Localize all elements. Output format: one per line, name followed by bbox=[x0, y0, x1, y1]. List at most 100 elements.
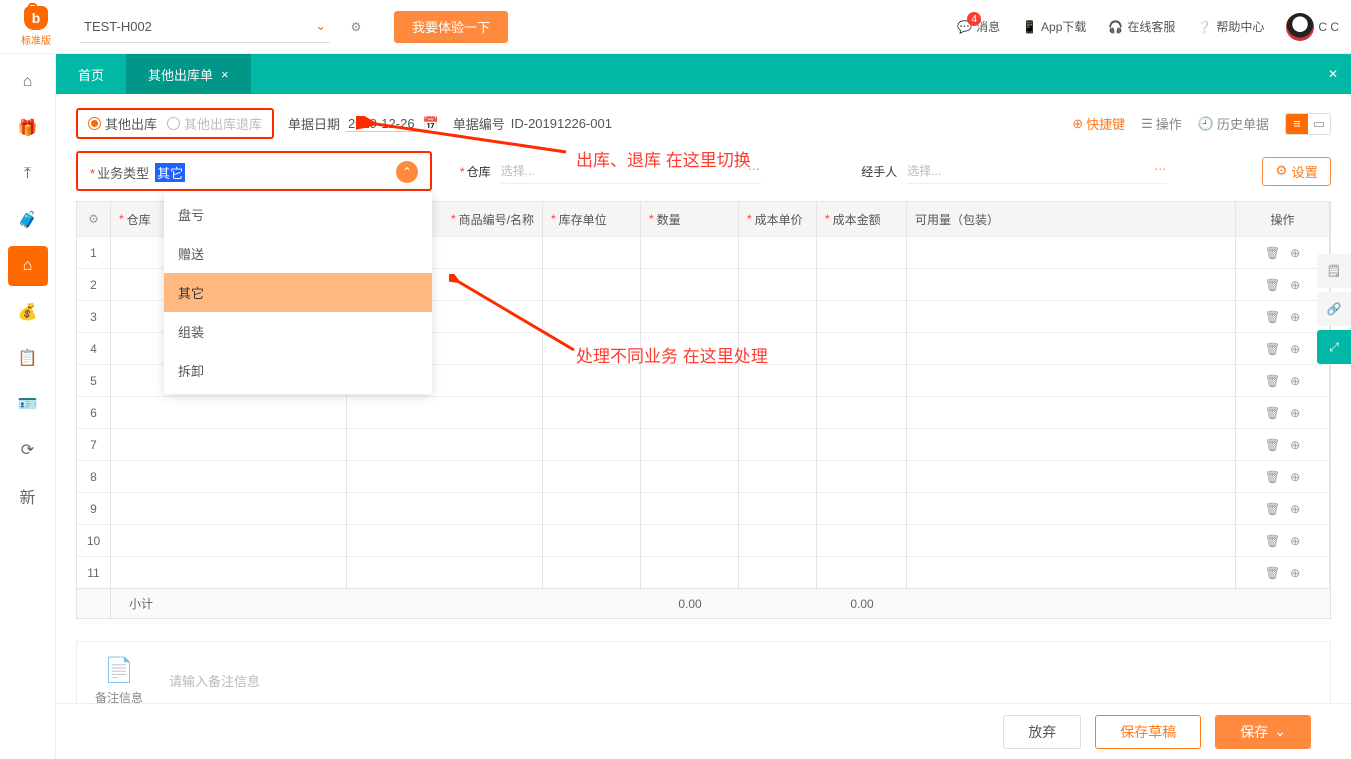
cell-codename[interactable] bbox=[347, 429, 543, 460]
cell-price[interactable] bbox=[739, 269, 817, 300]
dd-item-chaizhe[interactable]: 拆卸 bbox=[164, 351, 432, 390]
delete-icon[interactable]: 🗑 bbox=[1265, 502, 1280, 516]
history-link[interactable]: 🕘 历史单据 bbox=[1198, 114, 1269, 133]
calendar-icon[interactable]: 📅 bbox=[423, 116, 439, 132]
cell-amount[interactable] bbox=[817, 301, 907, 332]
cell-qty[interactable] bbox=[641, 493, 739, 524]
cell-qty[interactable] bbox=[641, 557, 739, 588]
radio-out[interactable]: 其他出库 bbox=[88, 114, 157, 133]
cell-warehouse[interactable] bbox=[111, 461, 347, 492]
table-row[interactable]: 7🗑⊕ bbox=[77, 428, 1330, 460]
cell-amount[interactable] bbox=[817, 461, 907, 492]
settings-button[interactable]: ⚙ 设置 bbox=[1262, 157, 1331, 186]
cell-codename[interactable] bbox=[347, 493, 543, 524]
delete-icon[interactable]: 🗑 bbox=[1265, 374, 1280, 388]
save-button[interactable]: 保存 ⌄ bbox=[1215, 715, 1311, 749]
delete-icon[interactable]: 🗑 bbox=[1265, 310, 1280, 324]
cell-amount[interactable] bbox=[817, 237, 907, 268]
cell-qty[interactable] bbox=[641, 461, 739, 492]
operate-link[interactable]: ☰ 操作 bbox=[1141, 114, 1182, 133]
delete-icon[interactable]: 🗑 bbox=[1265, 566, 1280, 580]
business-type-value[interactable]: 其它 bbox=[155, 163, 185, 182]
delete-icon[interactable]: 🗑 bbox=[1265, 342, 1280, 356]
cell-qty[interactable] bbox=[641, 525, 739, 556]
cell-price[interactable] bbox=[739, 365, 817, 396]
dd-item-zuzhuang[interactable]: 组装 bbox=[164, 312, 432, 351]
close-icon[interactable]: × bbox=[221, 67, 229, 82]
experience-button[interactable]: 我要体验一下 bbox=[394, 11, 508, 43]
cell-qty[interactable] bbox=[641, 269, 739, 300]
cell-unit[interactable] bbox=[543, 365, 641, 396]
delete-icon[interactable]: 🗑 bbox=[1265, 278, 1280, 292]
app-download-link[interactable]: 📱 App下载 bbox=[1022, 18, 1086, 35]
add-icon[interactable]: ⊕ bbox=[1290, 406, 1300, 420]
delete-icon[interactable]: 🗑 bbox=[1265, 438, 1280, 452]
add-icon[interactable]: ⊕ bbox=[1290, 438, 1300, 452]
cell-warehouse[interactable] bbox=[111, 525, 347, 556]
close-all-button[interactable]: ✕ bbox=[1315, 54, 1351, 94]
add-icon[interactable]: ⊕ bbox=[1290, 566, 1300, 580]
table-row[interactable]: 9🗑⊕ bbox=[77, 492, 1330, 524]
view-card[interactable]: ▭ bbox=[1308, 114, 1330, 134]
delete-icon[interactable]: 🗑 bbox=[1265, 534, 1280, 548]
cell-warehouse[interactable] bbox=[111, 493, 347, 524]
add-icon[interactable]: ⊕ bbox=[1290, 246, 1300, 260]
table-row[interactable]: 11🗑⊕ bbox=[77, 556, 1330, 588]
table-row[interactable]: 10🗑⊕ bbox=[77, 524, 1330, 556]
add-icon[interactable]: ⊕ bbox=[1290, 310, 1300, 324]
dropdown-toggle[interactable]: ⌃ bbox=[396, 161, 418, 183]
cell-amount[interactable] bbox=[817, 525, 907, 556]
remark-input[interactable] bbox=[165, 668, 1312, 695]
sidebar-procure[interactable]: ⤒ bbox=[8, 154, 48, 194]
org-settings-button[interactable]: ⚙ bbox=[342, 13, 370, 41]
dd-item-qita[interactable]: 其它 bbox=[164, 273, 432, 312]
discard-button[interactable]: 放弃 bbox=[1003, 715, 1081, 749]
sidebar-gift[interactable]: 🎁 bbox=[8, 108, 48, 148]
cell-codename[interactable] bbox=[347, 525, 543, 556]
tab-current[interactable]: 其他出库单 × bbox=[126, 54, 251, 94]
cell-qty[interactable] bbox=[641, 237, 739, 268]
th-settings[interactable]: ⚙ bbox=[77, 202, 111, 236]
cell-amount[interactable] bbox=[817, 429, 907, 460]
user-menu[interactable]: C C bbox=[1286, 13, 1339, 41]
rail-note[interactable]: 🗒 bbox=[1317, 254, 1351, 288]
sidebar-finance[interactable]: 💰 bbox=[8, 292, 48, 332]
cell-amount[interactable] bbox=[817, 365, 907, 396]
view-list[interactable]: ≡ bbox=[1286, 114, 1308, 134]
dd-item-zengsong[interactable]: 赠送 bbox=[164, 234, 432, 273]
cell-unit[interactable] bbox=[543, 557, 641, 588]
handler-select[interactable]: 选择...⋯ bbox=[907, 158, 1167, 184]
rail-expand[interactable]: ⤢ bbox=[1317, 330, 1351, 364]
cell-unit[interactable] bbox=[543, 397, 641, 428]
cell-amount[interactable] bbox=[817, 269, 907, 300]
help-center-link[interactable]: ❔ 帮助中心 bbox=[1197, 18, 1264, 35]
cell-codename[interactable] bbox=[347, 461, 543, 492]
cell-codename[interactable] bbox=[347, 397, 543, 428]
cell-amount[interactable] bbox=[817, 333, 907, 364]
dd-item-pankui[interactable]: 盘亏 bbox=[164, 195, 432, 234]
cell-price[interactable] bbox=[739, 397, 817, 428]
cell-warehouse[interactable] bbox=[111, 557, 347, 588]
add-icon[interactable]: ⊕ bbox=[1290, 470, 1300, 484]
delete-icon[interactable]: 🗑 bbox=[1265, 406, 1280, 420]
cell-qty[interactable] bbox=[641, 429, 739, 460]
messages-link[interactable]: 💬 消息 4 bbox=[957, 18, 1000, 35]
sidebar-home[interactable]: ⌂ bbox=[8, 62, 48, 102]
sidebar-briefcase[interactable]: 🧳 bbox=[8, 200, 48, 240]
sidebar-clipboard[interactable]: 📋 bbox=[8, 338, 48, 378]
sidebar-id[interactable]: 🪪 bbox=[8, 384, 48, 424]
cell-unit[interactable] bbox=[543, 269, 641, 300]
cell-qty[interactable] bbox=[641, 397, 739, 428]
cell-unit[interactable] bbox=[543, 429, 641, 460]
cell-amount[interactable] bbox=[817, 397, 907, 428]
table-row[interactable]: 6🗑⊕ bbox=[77, 396, 1330, 428]
cell-price[interactable] bbox=[739, 429, 817, 460]
table-row[interactable]: 8🗑⊕ bbox=[77, 460, 1330, 492]
cell-unit[interactable] bbox=[543, 493, 641, 524]
sidebar-cycle[interactable]: ⟳ bbox=[8, 430, 48, 470]
org-selector[interactable]: TEST-H002 ⌄ bbox=[80, 11, 330, 43]
cell-price[interactable] bbox=[739, 461, 817, 492]
add-icon[interactable]: ⊕ bbox=[1290, 342, 1300, 356]
add-icon[interactable]: ⊕ bbox=[1290, 374, 1300, 388]
cell-amount[interactable] bbox=[817, 557, 907, 588]
